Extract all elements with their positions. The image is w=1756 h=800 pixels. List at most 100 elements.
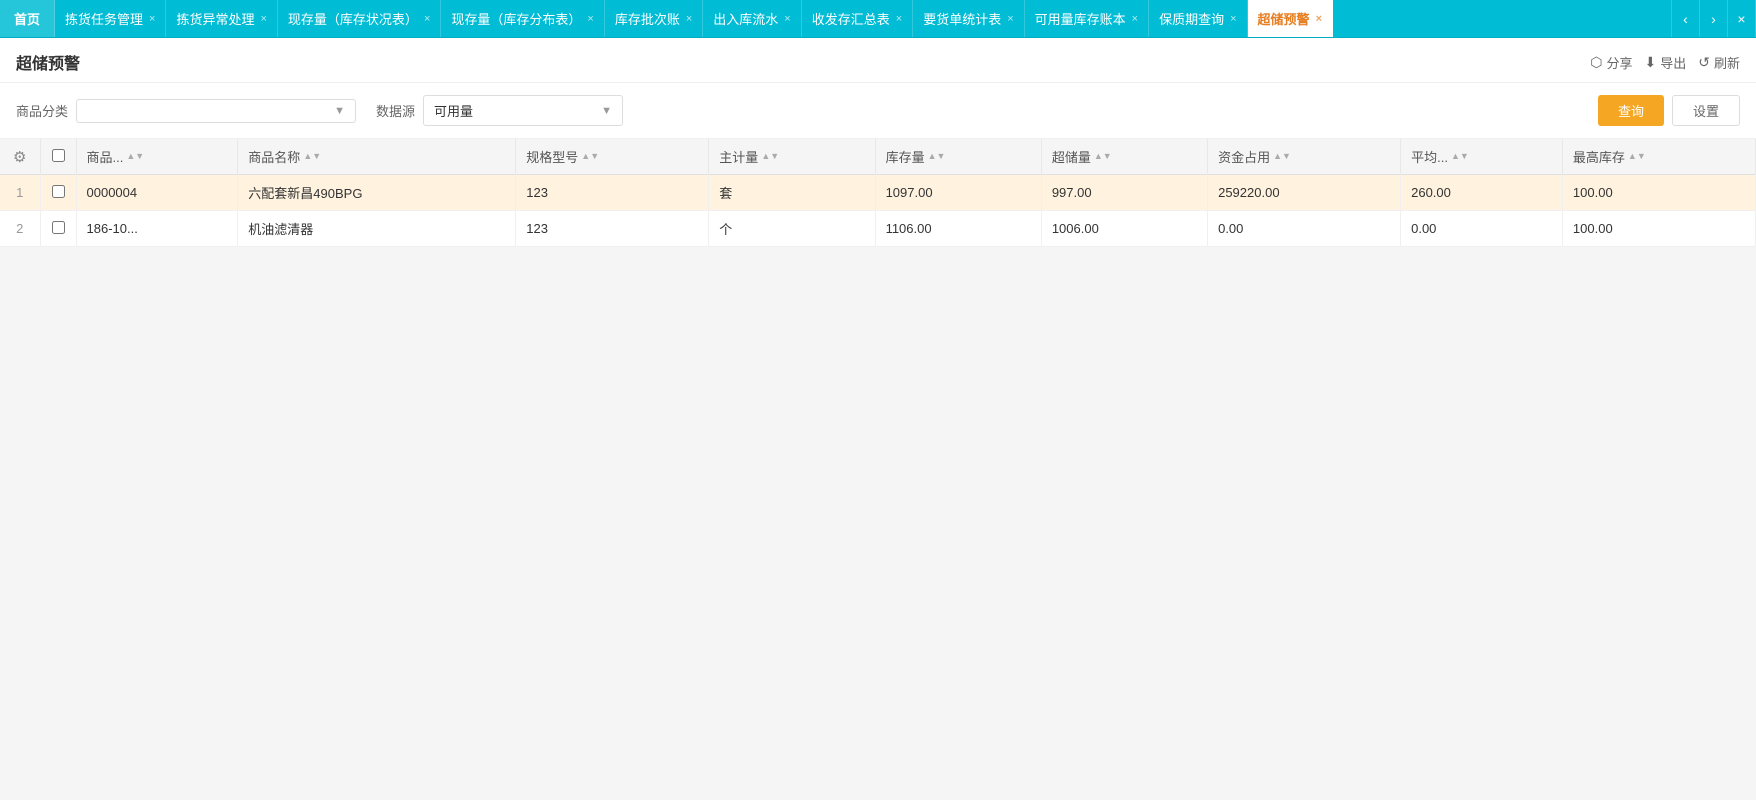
- row-checkbox-cell[interactable]: [40, 211, 76, 247]
- row-over-stock: 997.00: [1041, 175, 1207, 211]
- row-avg: 0.00: [1401, 211, 1563, 247]
- close-tab-1[interactable]: ×: [260, 13, 266, 25]
- category-dropdown-icon: ▼: [334, 105, 345, 117]
- row-product-name: 六配套新昌490BPG: [238, 175, 516, 211]
- row-unit: 套: [709, 175, 875, 211]
- data-table: ⚙ 商品... ▲▼ 商品名称 ▲▼: [0, 139, 1756, 247]
- close-tab-4[interactable]: ×: [686, 13, 692, 25]
- select-all-checkbox[interactable]: [52, 149, 65, 162]
- sort-spec: ▲▼: [581, 152, 599, 161]
- row-num: 2: [0, 211, 40, 247]
- sort-product-code: ▲▼: [126, 152, 144, 161]
- header-actions: ⬡ 分享 ⬇ 导出 ↺ 刷新: [1590, 53, 1740, 72]
- page-title: 超储预警: [16, 50, 80, 74]
- close-tab-7[interactable]: ×: [1007, 13, 1013, 25]
- row-num: 1: [0, 175, 40, 211]
- datasource-filter: 数据源 可用量 ▼: [376, 95, 623, 126]
- close-tab-8[interactable]: ×: [1132, 13, 1138, 25]
- refresh-button[interactable]: ↺ 刷新: [1698, 53, 1740, 72]
- row-max-stock: 100.00: [1562, 211, 1755, 247]
- settings-button[interactable]: 设置: [1672, 95, 1740, 126]
- page-header: 超储预警 ⬡ 分享 ⬇ 导出 ↺ 刷新: [0, 38, 1756, 83]
- th-checkbox[interactable]: [40, 139, 76, 175]
- sort-unit: ▲▼: [761, 152, 779, 161]
- table-header-row: ⚙ 商品... ▲▼ 商品名称 ▲▼: [0, 139, 1756, 175]
- th-spec[interactable]: 规格型号 ▲▼: [516, 139, 709, 175]
- sort-stock: ▲▼: [928, 152, 946, 161]
- nav-tab-7[interactable]: 要货单统计表 ×: [913, 0, 1024, 38]
- datasource-dropdown-icon: ▼: [601, 105, 612, 117]
- row-spec: 123: [516, 175, 709, 211]
- th-unit[interactable]: 主计量 ▲▼: [709, 139, 875, 175]
- th-over-stock[interactable]: 超储量 ▲▼: [1041, 139, 1207, 175]
- filter-buttons: 查询 设置: [1598, 95, 1740, 126]
- row-checkbox[interactable]: [52, 185, 65, 198]
- category-select[interactable]: ▼: [76, 99, 356, 123]
- sort-capital: ▲▼: [1273, 152, 1291, 161]
- nav-next-arrow[interactable]: ›: [1700, 0, 1728, 38]
- table-container: ⚙ 商品... ▲▼ 商品名称 ▲▼: [0, 139, 1756, 247]
- row-max-stock: 100.00: [1562, 175, 1755, 211]
- category-filter: 商品分类 ▼: [16, 99, 356, 123]
- nav-tab-1[interactable]: 拣货异常处理 ×: [166, 0, 277, 38]
- column-settings-icon[interactable]: ⚙: [13, 149, 26, 166]
- nav-tab-5[interactable]: 出入库流水 ×: [703, 0, 801, 38]
- row-avg: 260.00: [1401, 175, 1563, 211]
- nav-home[interactable]: 首页: [0, 0, 55, 38]
- th-capital[interactable]: 资金占用 ▲▼: [1208, 139, 1401, 175]
- nav-tab-0[interactable]: 拣货任务管理 ×: [55, 0, 166, 38]
- category-label: 商品分类: [16, 101, 68, 120]
- nav-arrows: ‹ › ×: [1671, 0, 1756, 38]
- close-tab-6[interactable]: ×: [896, 13, 902, 25]
- share-button[interactable]: ⬡ 分享: [1590, 53, 1632, 72]
- table-row: 2 186-10... 机油滤清器 123 个 1106.00 1006.00 …: [0, 211, 1756, 247]
- nav-tab-8[interactable]: 可用量库存账本 ×: [1025, 0, 1149, 38]
- close-tab-3[interactable]: ×: [587, 13, 593, 25]
- row-product-name: 机油滤清器: [238, 211, 516, 247]
- sort-max-stock: ▲▼: [1628, 152, 1646, 161]
- datasource-select[interactable]: 可用量 ▼: [423, 95, 623, 126]
- close-tab-5[interactable]: ×: [784, 13, 790, 25]
- nav-tab-6[interactable]: 收发存汇总表 ×: [802, 0, 913, 38]
- nav-close-arrow[interactable]: ×: [1728, 0, 1756, 38]
- nav-tab-2[interactable]: 现存量（库存状况表） ×: [278, 0, 441, 38]
- row-product-code: 0000004: [76, 175, 238, 211]
- filter-row: 商品分类 ▼ 数据源 可用量 ▼ 查询 设置: [0, 83, 1756, 139]
- close-tab-0[interactable]: ×: [149, 13, 155, 25]
- datasource-value: 可用量: [434, 101, 473, 120]
- sort-product-name: ▲▼: [303, 152, 321, 161]
- sort-over-stock: ▲▼: [1094, 152, 1112, 161]
- th-gear[interactable]: ⚙: [0, 139, 40, 175]
- th-product-name[interactable]: 商品名称 ▲▼: [238, 139, 516, 175]
- table-row: 1 0000004 六配套新昌490BPG 123 套 1097.00 997.…: [0, 175, 1756, 211]
- close-tab-2[interactable]: ×: [424, 13, 430, 25]
- nav-tab-3[interactable]: 现存量（库存分布表） ×: [441, 0, 604, 38]
- nav-tab-9[interactable]: 保质期查询 ×: [1149, 0, 1247, 38]
- row-capital: 0.00: [1208, 211, 1401, 247]
- share-icon: ⬡: [1590, 54, 1602, 71]
- refresh-icon: ↺: [1698, 54, 1710, 71]
- close-tab-10[interactable]: ×: [1316, 13, 1322, 25]
- query-button[interactable]: 查询: [1598, 95, 1664, 126]
- nav-prev-arrow[interactable]: ‹: [1672, 0, 1700, 38]
- close-tab-9[interactable]: ×: [1230, 13, 1236, 25]
- row-checkbox-cell[interactable]: [40, 175, 76, 211]
- row-capital: 259220.00: [1208, 175, 1401, 211]
- sort-avg: ▲▼: [1451, 152, 1469, 161]
- export-icon: ⬇: [1645, 54, 1657, 71]
- row-product-code: 186-10...: [76, 211, 238, 247]
- nav-bar: 首页 拣货任务管理 × 拣货异常处理 × 现存量（库存状况表） × 现存量（库存…: [0, 0, 1756, 38]
- nav-tab-4[interactable]: 库存批次账 ×: [605, 0, 703, 38]
- row-checkbox[interactable]: [52, 221, 65, 234]
- row-unit: 个: [709, 211, 875, 247]
- nav-tab-10[interactable]: 超储预警 ×: [1248, 0, 1333, 38]
- th-product-code[interactable]: 商品... ▲▼: [76, 139, 238, 175]
- row-over-stock: 1006.00: [1041, 211, 1207, 247]
- th-stock[interactable]: 库存量 ▲▼: [875, 139, 1041, 175]
- th-max-stock[interactable]: 最高库存 ▲▼: [1562, 139, 1755, 175]
- th-avg[interactable]: 平均... ▲▼: [1401, 139, 1563, 175]
- row-stock: 1106.00: [875, 211, 1041, 247]
- page-content: 超储预警 ⬡ 分享 ⬇ 导出 ↺ 刷新 商品分类 ▼ 数据源: [0, 38, 1756, 247]
- export-button[interactable]: ⬇ 导出: [1645, 53, 1687, 72]
- row-spec: 123: [516, 211, 709, 247]
